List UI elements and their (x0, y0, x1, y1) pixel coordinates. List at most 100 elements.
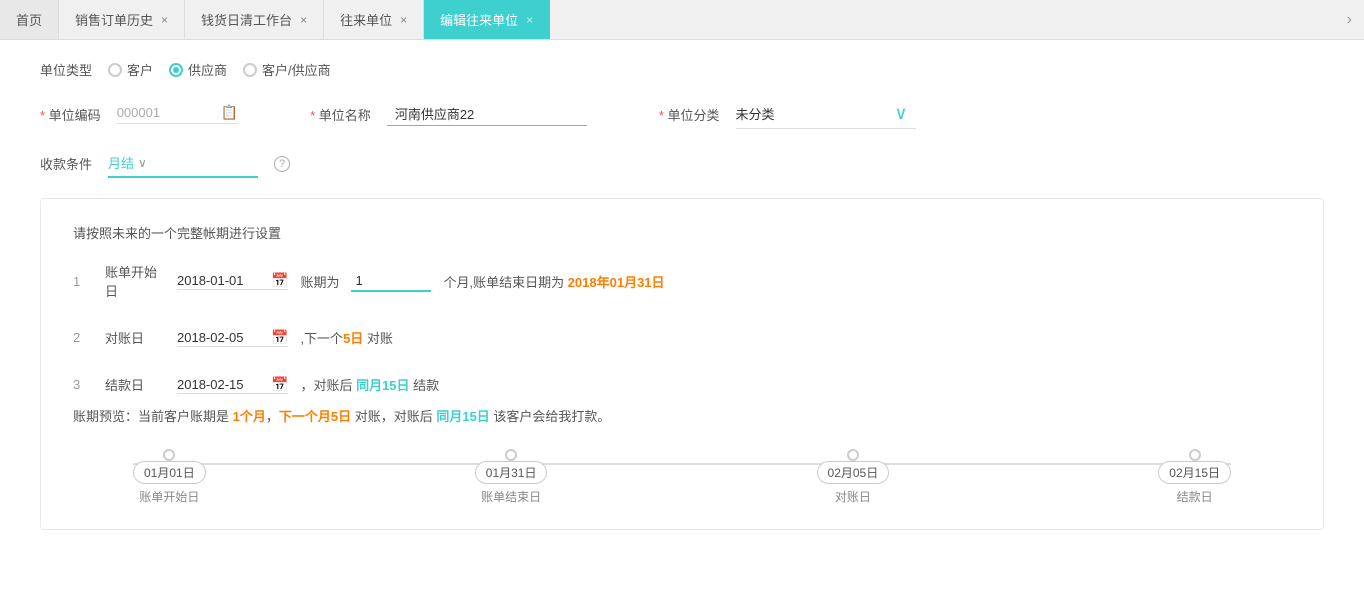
radio-supplier-circle (169, 63, 183, 77)
category-label: 单位分类 (659, 105, 720, 124)
row-3-desc: ，对账后 同月15日 结款 (300, 375, 439, 394)
code-icon[interactable]: 📋 (221, 104, 238, 121)
row-1-field: 账单开始日 (105, 262, 165, 300)
row-1-highlight: 2018年01月31日 (568, 275, 665, 290)
radio-both-label: 客户/供应商 (262, 60, 331, 79)
tab-partner[interactable]: 往来单位 × (324, 0, 424, 39)
code-input-wrap: 📋 (117, 104, 238, 124)
unit-type-row: 单位类型 客户 供应商 客户/供应商 (40, 60, 1324, 79)
main-content: 单位类型 客户 供应商 客户/供应商 单位编码 📋 单位名称 单 (0, 40, 1364, 608)
timeline-caption-4: 结款日 (1177, 488, 1213, 505)
unit-type-label: 单位类型 (40, 60, 92, 79)
data-row-2: 2 对账日 📅 ,下一个5日 对账 (73, 328, 1291, 347)
data-row-1: 1 账单开始日 📅 账期为 个月,账单结束日期为 2018年01月31日 (73, 262, 1291, 300)
payment-value: 月结 (108, 153, 134, 172)
row-1-date-wrap: 📅 (177, 272, 288, 290)
category-value: 未分类 (736, 104, 775, 123)
timeline-dot-3 (847, 449, 859, 461)
payment-select[interactable]: 月结 ∨ (108, 149, 258, 178)
row-1-date-input[interactable] (177, 273, 267, 288)
timeline-caption-1: 账单开始日 (139, 488, 199, 505)
timeline-node-1: 01月01日 账单开始日 (133, 449, 206, 505)
timeline-dot-4 (1189, 449, 1201, 461)
row-2-highlight: 5日 (343, 331, 363, 346)
preview-sep1: ， (266, 409, 279, 424)
row-2-field: 对账日 (105, 328, 165, 347)
tab-expand-btn[interactable]: › (1335, 0, 1364, 39)
tab-home-label: 首页 (16, 10, 42, 29)
timeline-label-4: 02月15日 (1158, 461, 1231, 484)
row-3-calendar-icon[interactable]: 📅 (271, 376, 288, 393)
settings-section: 请按照未来的一个完整帐期进行设置 1 账单开始日 📅 账期为 个月,账单结束日期… (40, 198, 1324, 530)
radio-supplier-label: 供应商 (188, 60, 227, 79)
code-label: 单位编码 (40, 105, 101, 124)
timeline: 01月01日 账单开始日 01月31日 账单结束日 02月05日 对账日 (73, 449, 1291, 505)
row-2-desc: ,下一个5日 对账 (300, 328, 392, 347)
category-select[interactable]: 未分类 ∨ (736, 99, 916, 129)
radio-group-unit-type: 客户 供应商 客户/供应商 (108, 60, 331, 79)
radio-customer-circle (108, 63, 122, 77)
row-1-period-input[interactable] (351, 271, 431, 292)
preview-part2: 下一个月5日 (279, 409, 351, 424)
radio-both-circle (243, 63, 257, 77)
radio-supplier[interactable]: 供应商 (169, 60, 227, 79)
tab-cash-close[interactable]: × (300, 13, 307, 27)
row-1-num: 1 (73, 274, 93, 289)
row-2-date-wrap: 📅 (177, 329, 288, 347)
preview-sep2: 对账，对账后 (351, 409, 436, 424)
data-row-3: 3 结款日 📅 ，对账后 同月15日 结款 (73, 375, 1291, 394)
name-label: 单位名称 (310, 105, 371, 124)
payment-label: 收款条件 (40, 154, 92, 173)
row-3-num: 3 (73, 377, 93, 392)
timeline-caption-3: 对账日 (835, 488, 871, 505)
payment-row: 收款条件 月结 ∨ ? (40, 149, 1324, 178)
row-2-date-input[interactable] (177, 330, 267, 345)
radio-customer[interactable]: 客户 (108, 60, 153, 79)
row-1-desc-before: 账期为 (300, 272, 339, 291)
tab-edit-partner-label: 编辑往来单位 (440, 10, 518, 29)
row-2-calendar-icon[interactable]: 📅 (271, 329, 288, 346)
row-1-desc-after: 个月,账单结束日期为 2018年01月31日 (443, 272, 664, 291)
row-2-num: 2 (73, 330, 93, 345)
payment-chevron-icon: ∨ (138, 156, 147, 170)
timeline-node-3: 02月05日 对账日 (817, 449, 890, 505)
section-title: 请按照未来的一个完整帐期进行设置 (73, 223, 1291, 242)
preview-label: 账期预览：当前客户账期是 (73, 409, 233, 424)
radio-customer-label: 客户 (127, 60, 153, 79)
radio-both[interactable]: 客户/供应商 (243, 60, 331, 79)
tab-cash-label: 钱货日清工作台 (201, 10, 292, 29)
tab-partner-label: 往来单位 (340, 10, 392, 29)
tab-sales-label: 销售订单历史 (75, 10, 153, 29)
preview-row: 账期预览：当前客户账期是 1个月，下一个月5日 对账，对账后 同月15日 该客户… (73, 406, 1291, 425)
tab-home[interactable]: 首页 (0, 0, 59, 39)
timeline-label-1: 01月01日 (133, 461, 206, 484)
preview-suffix: 该客户会给我打款。 (490, 409, 611, 424)
row-3-date-input[interactable] (177, 377, 267, 392)
preview-part3: 同月15日 (436, 409, 489, 424)
row-3-date-wrap: 📅 (177, 376, 288, 394)
tab-sales-close[interactable]: × (161, 13, 168, 27)
tab-partner-close[interactable]: × (400, 13, 407, 27)
tab-bar: 首页 销售订单历史 × 钱货日清工作台 × 往来单位 × 编辑往来单位 × › (0, 0, 1364, 40)
name-input[interactable] (387, 102, 587, 126)
row-3-highlight: 同月15日 (356, 378, 409, 393)
tab-edit-partner-close[interactable]: × (526, 13, 533, 27)
timeline-caption-2: 账单结束日 (481, 488, 541, 505)
timeline-dot-1 (163, 449, 175, 461)
timeline-node-4: 02月15日 结款日 (1158, 449, 1231, 505)
preview-part1: 1个月 (233, 409, 266, 424)
basic-info-row: 单位编码 📋 单位名称 单位分类 未分类 ∨ (40, 99, 1324, 129)
code-input[interactable] (117, 105, 217, 120)
timeline-nodes: 01月01日 账单开始日 01月31日 账单结束日 02月05日 对账日 (133, 449, 1231, 505)
timeline-node-2: 01月31日 账单结束日 (475, 449, 548, 505)
category-chevron-icon: ∨ (894, 103, 907, 124)
tab-sales-history[interactable]: 销售订单历史 × (59, 0, 185, 39)
tab-cash-work[interactable]: 钱货日清工作台 × (185, 0, 324, 39)
timeline-label-3: 02月05日 (817, 461, 890, 484)
tab-edit-partner[interactable]: 编辑往来单位 × (424, 0, 550, 39)
timeline-dot-2 (505, 449, 517, 461)
timeline-label-2: 01月31日 (475, 461, 548, 484)
payment-help-icon[interactable]: ? (274, 156, 290, 172)
row-1-calendar-icon[interactable]: 📅 (271, 272, 288, 289)
row-3-field: 结款日 (105, 375, 165, 394)
